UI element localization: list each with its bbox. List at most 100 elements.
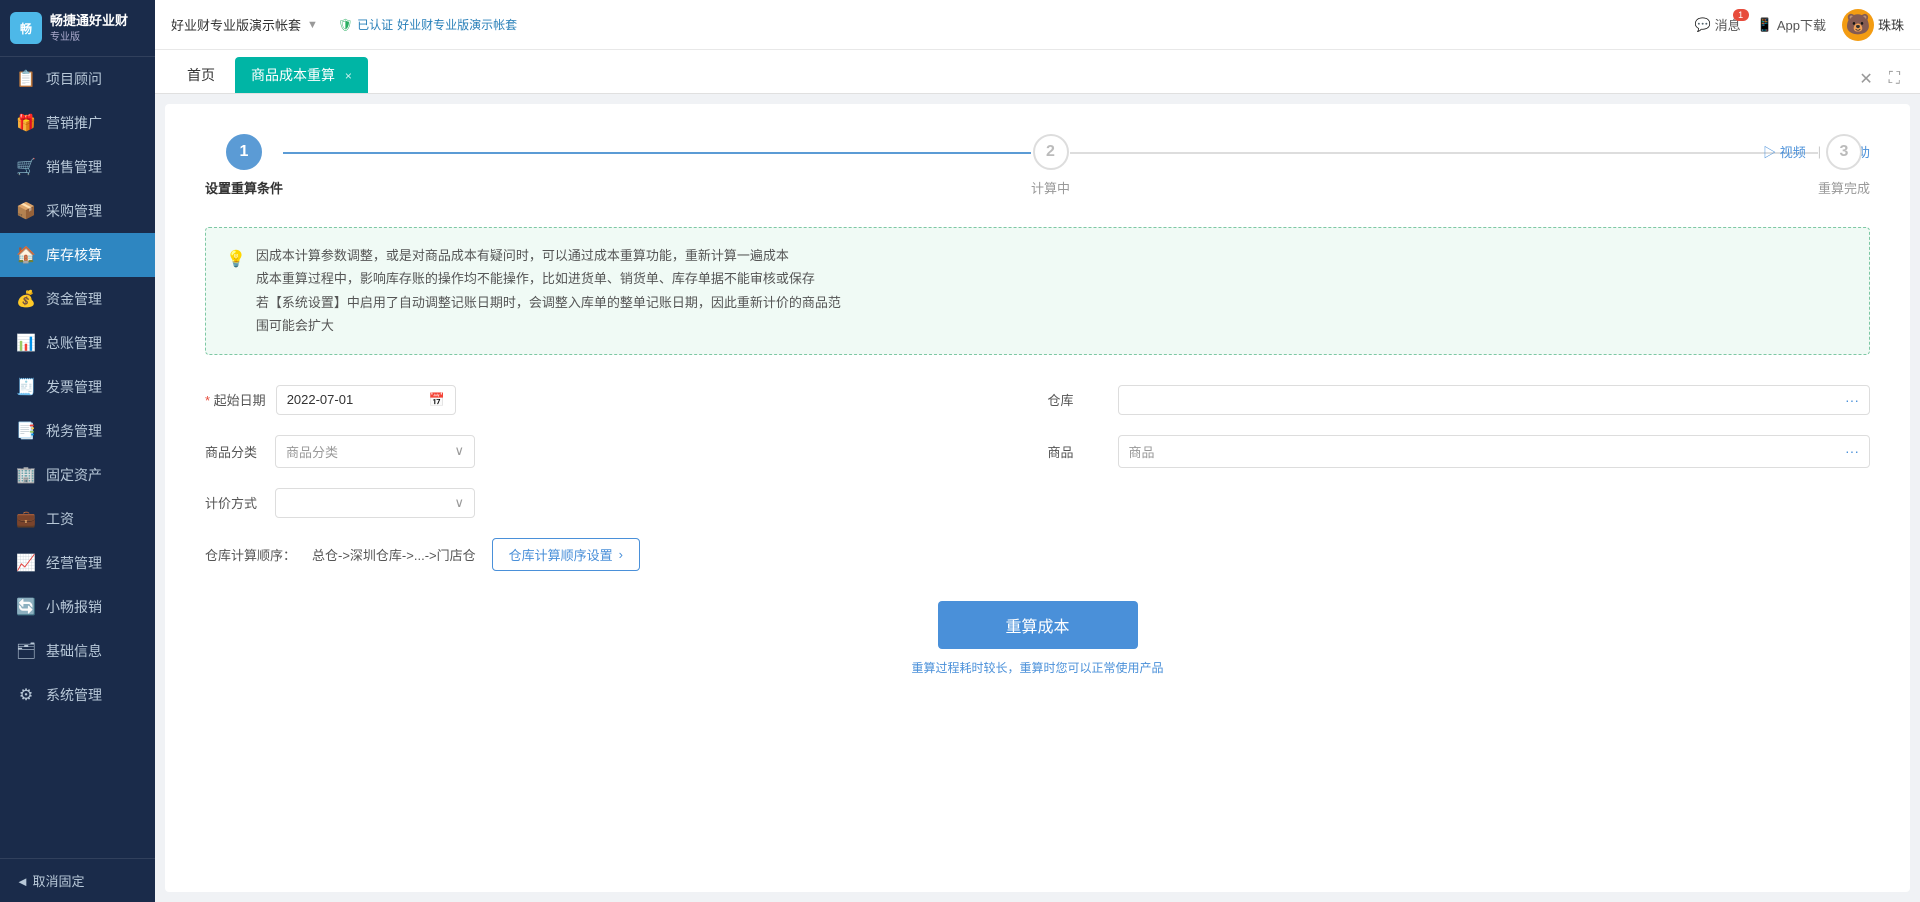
warehouse-select-dots[interactable]: ···: [1845, 392, 1859, 408]
tab-close-icon[interactable]: ×: [345, 69, 352, 83]
step-2-label: 计算中: [1031, 178, 1070, 197]
notice-line-4: 围可能会扩大: [256, 314, 841, 337]
topbar-actions: 💬 消息 1 📱 App下载 🐻 珠珠: [1694, 9, 1904, 41]
goods-input[interactable]: 商品 ···: [1118, 435, 1871, 468]
app-download-button[interactable]: 📱 App下载: [1757, 15, 1826, 34]
warehouse-input[interactable]: ···: [1118, 385, 1871, 415]
recalc-cost-button[interactable]: 重算成本: [938, 601, 1138, 649]
start-date-input[interactable]: 2022-07-01 📅: [276, 385, 456, 415]
category-select[interactable]: 商品分类 ∨: [275, 435, 475, 468]
sidebar-item-accounting[interactable]: 📊 总账管理: [0, 321, 155, 365]
sidebar-unpin-button[interactable]: ◄ 取消固定: [0, 858, 155, 902]
sidebar-item-assets[interactable]: 🏢 固定资产: [0, 453, 155, 497]
verified-desc: 好业财专业版演示帐套: [397, 16, 517, 33]
sidebar-item-purchase[interactable]: 📦 采购管理: [0, 189, 155, 233]
verified-badge: 🛡 已认证 好业财专业版演示帐套: [338, 16, 517, 33]
step-3-circle: 3: [1826, 134, 1862, 170]
submit-hint: 重算过程耗时较长，重算时您可以正常使用产品: [911, 659, 1163, 676]
dropdown-chevron-icon-2: ∨: [454, 495, 464, 511]
start-date-field: 起始日期 2022-07-01 📅: [205, 385, 1028, 415]
basic-icon: 🗂: [16, 641, 36, 661]
sidebar-item-invoice[interactable]: 🧾 发票管理: [0, 365, 155, 409]
warehouse-field: 仓库 ···: [1048, 385, 1871, 415]
step-2: 2 计算中: [1031, 134, 1070, 197]
main-content: 1 设置重算条件 2 计算中 3 重算完成 ▷ 视频 | ?: [165, 104, 1910, 892]
invoice-icon: 🧾: [16, 377, 36, 397]
submit-section: 重算成本 重算过程耗时较长，重算时您可以正常使用产品: [205, 601, 1870, 676]
calc-order-label: 仓库计算顺序：: [205, 545, 296, 564]
step-3-label: 重算完成: [1818, 178, 1870, 197]
sidebar-item-label: 小畅报销: [46, 597, 102, 617]
username: 珠珠: [1878, 15, 1904, 34]
tab-home[interactable]: 首页: [171, 57, 231, 93]
sidebar-item-label: 发票管理: [46, 377, 102, 397]
tabbar-actions: ✕ ⛶: [1855, 65, 1904, 93]
maximize-icon[interactable]: ⛶: [1885, 66, 1904, 92]
category-placeholder: 商品分类: [286, 442, 338, 461]
sidebar-item-label: 项目顾问: [46, 69, 102, 89]
category-field: 商品分类 商品分类 ∨: [205, 435, 1028, 468]
assets-icon: 🏢: [16, 465, 36, 485]
goods-select-dots[interactable]: ···: [1845, 443, 1859, 459]
notice-line-3: 若【系统设置】中启用了自动调整记账日期时，会调整入库单的整单记账日期，因此重新计…: [256, 291, 841, 314]
sidebar-item-label: 经营管理: [46, 553, 102, 573]
app-download-label: App下载: [1777, 15, 1826, 34]
step-2-circle: 2: [1033, 134, 1069, 170]
inventory-icon: 🏠: [16, 245, 36, 265]
topbar: 好业财专业版演示帐套 ▼ 🛡 已认证 好业财专业版演示帐套 💬 消息 1 📱 A…: [155, 0, 1920, 50]
main-area: 好业财专业版演示帐套 ▼ 🛡 已认证 好业财专业版演示帐套 💬 消息 1 📱 A…: [155, 0, 1920, 902]
notice-line-2: 成本重算过程中，影响库存账的操作均不能操作，比如进货单、销货单、库存单据不能审核…: [256, 267, 841, 290]
pricing-field: 计价方式 ∨: [205, 488, 1028, 518]
sidebar-item-tax[interactable]: 📑 税务管理: [0, 409, 155, 453]
start-date-value: 2022-07-01: [287, 392, 421, 407]
calc-order-settings-button[interactable]: 仓库计算顺序设置 ›: [492, 538, 640, 571]
sidebar-item-finance[interactable]: 💰 资金管理: [0, 277, 155, 321]
calc-order-row: 仓库计算顺序： 总仓->深圳仓库->...->门店仓 仓库计算顺序设置 ›: [205, 538, 1870, 571]
tab-cost-recalc-label: 商品成本重算: [251, 67, 335, 83]
sidebar-item-label: 营销推广: [46, 113, 102, 133]
dropdown-chevron-icon: ∨: [454, 443, 464, 459]
marketing-icon: 🎁: [16, 113, 36, 133]
sidebar-edition: 专业版: [50, 28, 128, 43]
sidebar-logo: 畅: [10, 12, 42, 44]
sidebar-item-basic[interactable]: 🗂 基础信息: [0, 629, 155, 673]
system-icon: ⚙: [16, 685, 36, 705]
sidebar-nav: 📋 项目顾问 🎁 营销推广 🛒 销售管理 📦 采购管理 🏠 库存核算 💰 资金管…: [0, 57, 155, 858]
user-menu[interactable]: 🐻 珠珠: [1842, 9, 1904, 41]
sidebar-item-system[interactable]: ⚙ 系统管理: [0, 673, 155, 717]
account-name: 好业财专业版演示帐套: [171, 15, 301, 34]
close-window-icon[interactable]: ✕: [1855, 65, 1876, 93]
verified-text: 已认证: [357, 16, 393, 33]
sidebar-item-marketing[interactable]: 🎁 营销推广: [0, 101, 155, 145]
sidebar-item-operations[interactable]: 📈 经营管理: [0, 541, 155, 585]
sidebar-item-label: 销售管理: [46, 157, 102, 177]
sidebar-item-project[interactable]: 📋 项目顾问: [0, 57, 155, 101]
sidebar-item-label: 采购管理: [46, 201, 102, 221]
accounting-icon: 📊: [16, 333, 36, 353]
video-link[interactable]: ▷ 视频: [1763, 142, 1806, 161]
sidebar-item-label: 库存核算: [46, 245, 102, 265]
message-button[interactable]: 💬 消息 1: [1694, 15, 1740, 34]
calendar-icon[interactable]: 📅: [429, 392, 445, 408]
sidebar-item-salary[interactable]: 💼 工资: [0, 497, 155, 541]
sidebar-item-expense[interactable]: 🔄 小畅报销: [0, 585, 155, 629]
avatar: 🐻: [1842, 9, 1874, 41]
sidebar-app-name: 畅捷通好业财: [50, 13, 128, 29]
steps-wizard: 1 设置重算条件 2 计算中 3 重算完成 ▷ 视频 | ?: [205, 134, 1870, 197]
sidebar-item-label: 税务管理: [46, 421, 102, 441]
sidebar-item-sales[interactable]: 🛒 销售管理: [0, 145, 155, 189]
sidebar-item-inventory[interactable]: 🏠 库存核算: [0, 233, 155, 277]
account-selector[interactable]: 好业财专业版演示帐套 ▼: [171, 15, 318, 34]
sales-icon: 🛒: [16, 157, 36, 177]
pricing-label: 计价方式: [205, 493, 265, 512]
notice-content: 因成本计算参数调整，或是对商品成本有疑问时，可以通过成本重算功能，重新计算一遍成…: [256, 244, 841, 338]
step-line-1: [283, 152, 1031, 154]
purchase-icon: 📦: [16, 201, 36, 221]
pricing-select[interactable]: ∨: [275, 488, 475, 518]
sidebar-item-label: 系统管理: [46, 685, 102, 705]
sidebar-item-label: 资金管理: [46, 289, 102, 309]
project-icon: 📋: [16, 69, 36, 89]
tab-cost-recalc[interactable]: 商品成本重算 ×: [235, 57, 368, 93]
tax-icon: 📑: [16, 421, 36, 441]
sidebar: 畅 畅捷通好业财 专业版 📋 项目顾问 🎁 营销推广 🛒 销售管理 📦 采购管理…: [0, 0, 155, 902]
